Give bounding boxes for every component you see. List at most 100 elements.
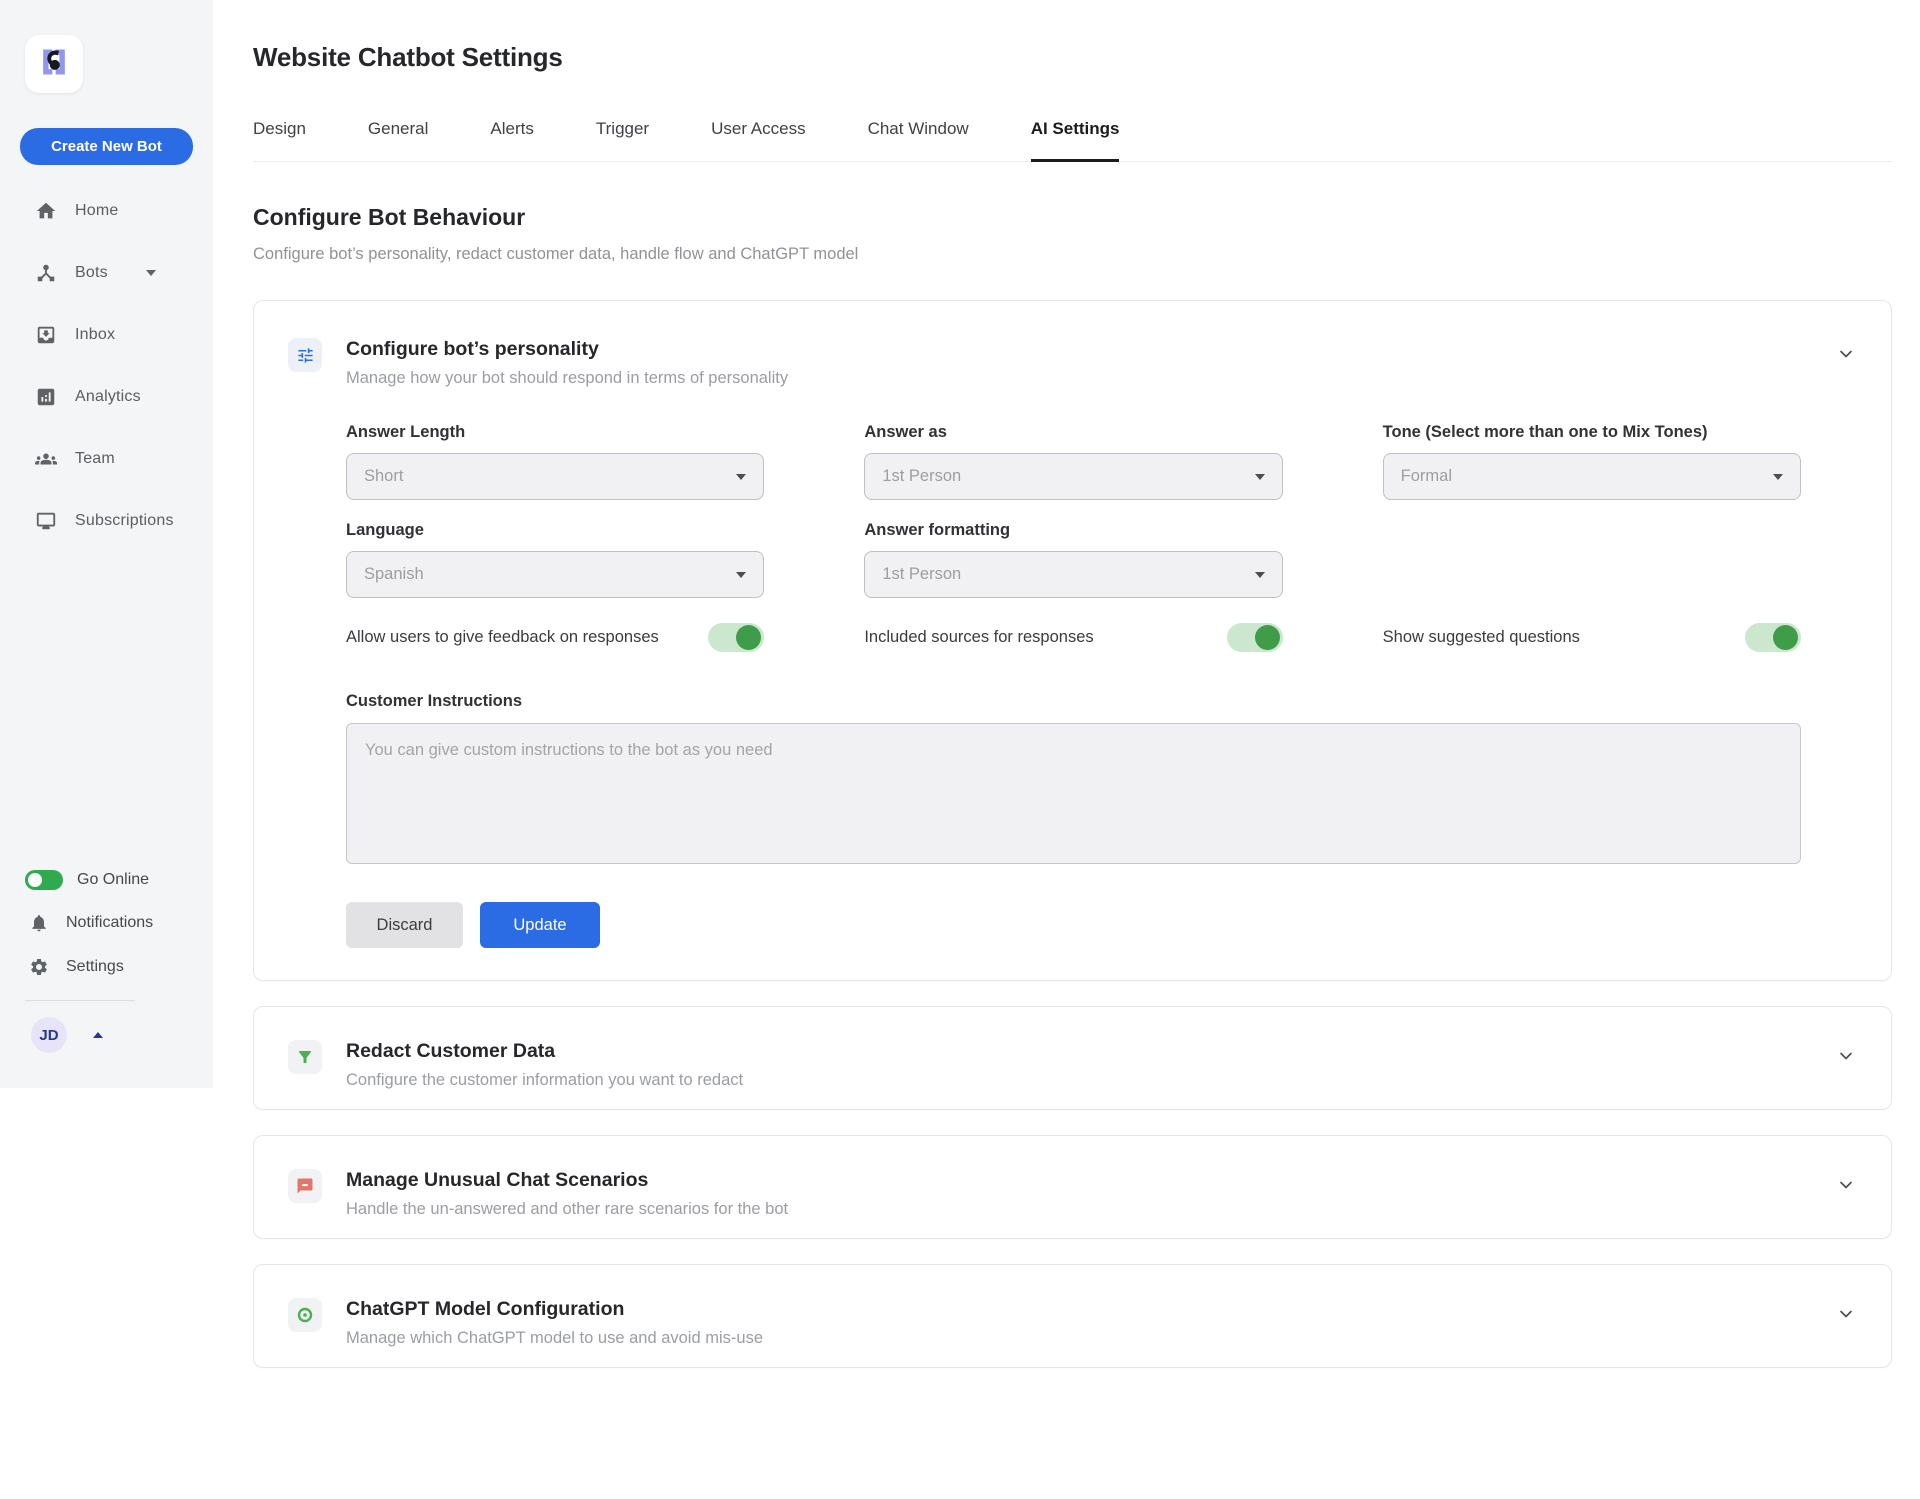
field-answer-length: Answer Length Short: [346, 423, 765, 500]
chevron-down-icon: [736, 571, 747, 578]
chevron-down-icon[interactable]: [1836, 1304, 1856, 1329]
card-title: Redact Customer Data: [346, 1040, 556, 1062]
bell-icon: [28, 912, 50, 934]
sources-toggle[interactable]: [1226, 623, 1283, 652]
go-online-label: Go Online: [77, 871, 150, 888]
tab-general[interactable]: General: [368, 119, 428, 161]
chatgpt-model-card-header[interactable]: ChatGPT Model Configuration Manage which…: [254, 1265, 1891, 1348]
card-title: ChatGPT Model Configuration: [346, 1298, 625, 1320]
sidebar-item-label: Team: [75, 450, 115, 467]
field-label: Language: [346, 521, 424, 539]
chevron-down-icon[interactable]: [1836, 344, 1856, 369]
selected-value: 1st Person: [882, 467, 962, 485]
field-language: Language Spanish: [346, 521, 765, 598]
toggle-label: Included sources for responses: [864, 628, 1094, 646]
chevron-down-icon[interactable]: [1836, 1175, 1856, 1200]
selected-value: 1st Person: [882, 565, 962, 583]
discard-button[interactable]: Discard: [346, 902, 463, 948]
app-logo[interactable]: [25, 35, 83, 93]
sidebar-item-settings[interactable]: Settings: [0, 956, 213, 978]
account-row: JD: [0, 1017, 213, 1053]
sidebar-item-label: Analytics: [75, 388, 141, 405]
app-window: Create New Bot Home Bots Inbox Analytics…: [0, 0, 1920, 1499]
tab-user-access[interactable]: User Access: [711, 119, 805, 161]
tab-trigger[interactable]: Trigger: [596, 119, 649, 161]
tab-chat-window[interactable]: Chat Window: [868, 119, 969, 161]
avatar[interactable]: JD: [31, 1017, 67, 1053]
bot-brackets-logo-icon: [34, 42, 74, 87]
funnel-filter-icon: [288, 1040, 322, 1074]
customer-instructions-label: Customer Instructions: [346, 692, 523, 710]
card-subtitle: Handle the un-answered and other rare sc…: [346, 1200, 789, 1218]
ring-dot-icon: [288, 1298, 322, 1332]
selected-value: Short: [364, 467, 404, 485]
chevron-down-icon: [1254, 473, 1265, 480]
answer-formatting-select[interactable]: 1st Person: [864, 551, 1283, 598]
chat-scenarios-card: Manage Unusual Chat Scenarios Handle the…: [253, 1135, 1892, 1239]
tab-ai-settings[interactable]: AI Settings: [1030, 119, 1120, 162]
section-subtitle: Configure bot’s personality, redact cust…: [253, 245, 859, 263]
analytics-icon: [35, 386, 57, 408]
personality-form: Answer Length Short Answer as 1st Person: [254, 388, 1891, 948]
sidebar-item-label: Home: [75, 202, 119, 219]
sidebar-item-label: Settings: [66, 958, 124, 975]
personality-card: Configure bot’s personality Manage how y…: [253, 300, 1892, 981]
language-select[interactable]: Spanish: [346, 551, 765, 598]
field-label: Answer Length: [346, 423, 466, 441]
suggested-questions-toggle-row: Show suggested questions: [1383, 623, 1801, 652]
sources-toggle-row: Included sources for responses: [864, 623, 1283, 652]
field-label: Tone (Select more than one to Mix Tones): [1382, 423, 1708, 441]
update-button[interactable]: Update: [480, 902, 600, 948]
sidebar-item-notifications[interactable]: Notifications: [0, 912, 213, 934]
tab-alerts[interactable]: Alerts: [490, 119, 533, 161]
chat-scenarios-card-header[interactable]: Manage Unusual Chat Scenarios Handle the…: [254, 1136, 1891, 1219]
inbox-icon: [35, 324, 57, 346]
redact-data-card: Redact Customer Data Configure the custo…: [253, 1006, 1892, 1110]
create-new-bot-button[interactable]: Create New Bot: [20, 128, 193, 165]
answer-length-select[interactable]: Short: [346, 453, 765, 500]
sidebar-footer: Go Online Notifications Settings JD: [0, 870, 213, 1053]
gear-icon: [28, 956, 50, 978]
toggle-label: Show suggested questions: [1382, 628, 1580, 646]
bots-flow-icon: [35, 262, 57, 284]
feedback-toggle[interactable]: [708, 623, 765, 652]
home-icon: [35, 200, 57, 222]
sidebar-item-team[interactable]: Team: [0, 437, 213, 481]
sidebar-item-bots[interactable]: Bots: [0, 251, 213, 295]
card-subtitle: Manage which ChatGPT model to use and av…: [346, 1329, 763, 1347]
suggested-questions-toggle[interactable]: [1745, 623, 1801, 652]
toggle-label: Allow users to give feedback on response…: [346, 628, 659, 646]
redact-data-card-header[interactable]: Redact Customer Data Configure the custo…: [254, 1007, 1891, 1090]
chevron-down-icon[interactable]: [1836, 1046, 1856, 1071]
sidebar-item-label: Subscriptions: [75, 512, 174, 529]
field-answer-formatting: Answer formatting 1st Person: [864, 521, 1283, 598]
main-content: Website Chatbot Settings Design General …: [213, 0, 1920, 1499]
field-label: Answer as: [864, 423, 947, 441]
sidebar-item-home[interactable]: Home: [0, 189, 213, 233]
chat-bubble-minus-icon: [288, 1169, 322, 1203]
subscriptions-icon: [35, 510, 57, 532]
chevron-down-icon: [1254, 571, 1265, 578]
card-subtitle: Configure the customer information you w…: [346, 1071, 744, 1089]
sidebar-item-label: Bots: [75, 264, 108, 281]
chevron-down-icon: [1773, 473, 1783, 480]
card-title: Configure bot’s personality: [346, 338, 599, 360]
tone-select[interactable]: Formal: [1382, 453, 1801, 500]
answer-as-select[interactable]: 1st Person: [864, 453, 1283, 500]
chevron-down-icon: [145, 270, 156, 276]
personality-card-header[interactable]: Configure bot’s personality Manage how y…: [254, 301, 1891, 388]
go-online-row: Go Online: [0, 870, 213, 890]
sidebar-item-analytics[interactable]: Analytics: [0, 375, 213, 419]
team-icon: [35, 448, 57, 470]
go-online-toggle[interactable]: [25, 870, 63, 890]
sidebar-item-label: Notifications: [66, 914, 154, 931]
tab-design[interactable]: Design: [253, 119, 306, 161]
sidebar-item-subscriptions[interactable]: Subscriptions: [0, 499, 213, 543]
sidebar-item-inbox[interactable]: Inbox: [0, 313, 213, 357]
page-title: Website Chatbot Settings: [253, 42, 563, 72]
chevron-up-icon[interactable]: [93, 1032, 103, 1038]
customer-instructions-textarea[interactable]: [346, 723, 1801, 864]
field-label: Answer formatting: [864, 521, 1011, 539]
chatgpt-model-card: ChatGPT Model Configuration Manage which…: [253, 1264, 1892, 1368]
card-title: Manage Unusual Chat Scenarios: [346, 1169, 649, 1191]
